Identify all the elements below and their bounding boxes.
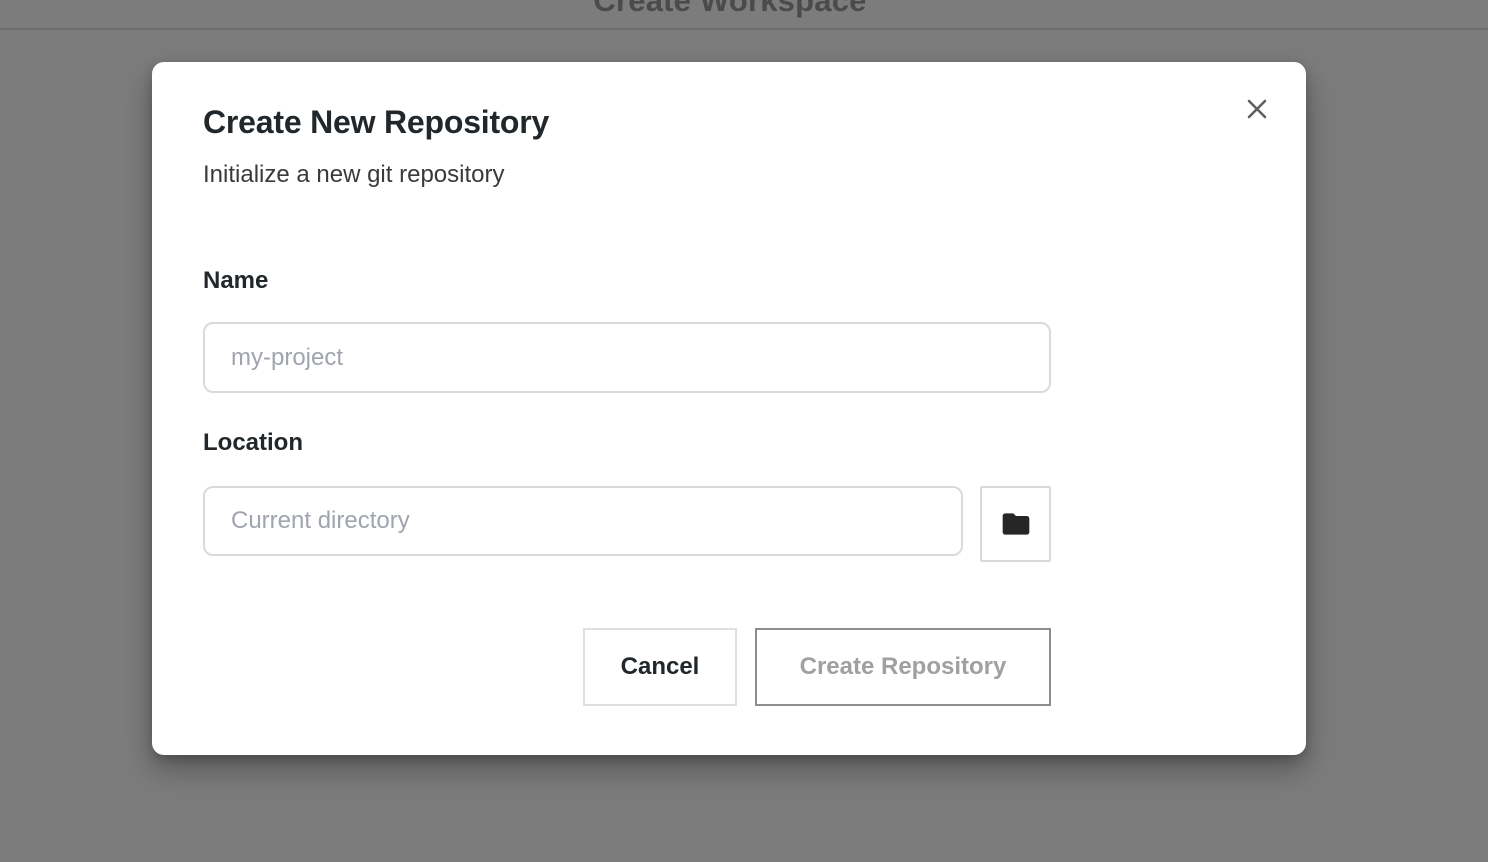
close-icon bbox=[1241, 93, 1273, 125]
name-input[interactable] bbox=[203, 322, 1051, 393]
dialog-subtitle: Initialize a new git repository bbox=[203, 159, 504, 191]
name-field-label: Name bbox=[203, 266, 268, 296]
location-input[interactable] bbox=[203, 486, 963, 556]
create-repository-button[interactable]: Create Repository bbox=[755, 628, 1051, 706]
cancel-button[interactable]: Cancel bbox=[583, 628, 737, 706]
close-button[interactable] bbox=[1235, 87, 1279, 131]
dialog-actions: Cancel Create Repository bbox=[203, 628, 1051, 706]
location-row bbox=[203, 486, 1051, 562]
background-divider bbox=[0, 28, 1488, 30]
location-field-label: Location bbox=[203, 428, 303, 458]
dialog-content: Create New Repository Initialize a new g… bbox=[203, 62, 1051, 755]
background-page-title: Create Workspace bbox=[0, 0, 1460, 19]
dialog-title: Create New Repository bbox=[203, 102, 549, 142]
create-repository-dialog: Create New Repository Initialize a new g… bbox=[152, 62, 1306, 755]
folder-icon bbox=[1000, 508, 1032, 540]
browse-directory-button[interactable] bbox=[980, 486, 1051, 562]
